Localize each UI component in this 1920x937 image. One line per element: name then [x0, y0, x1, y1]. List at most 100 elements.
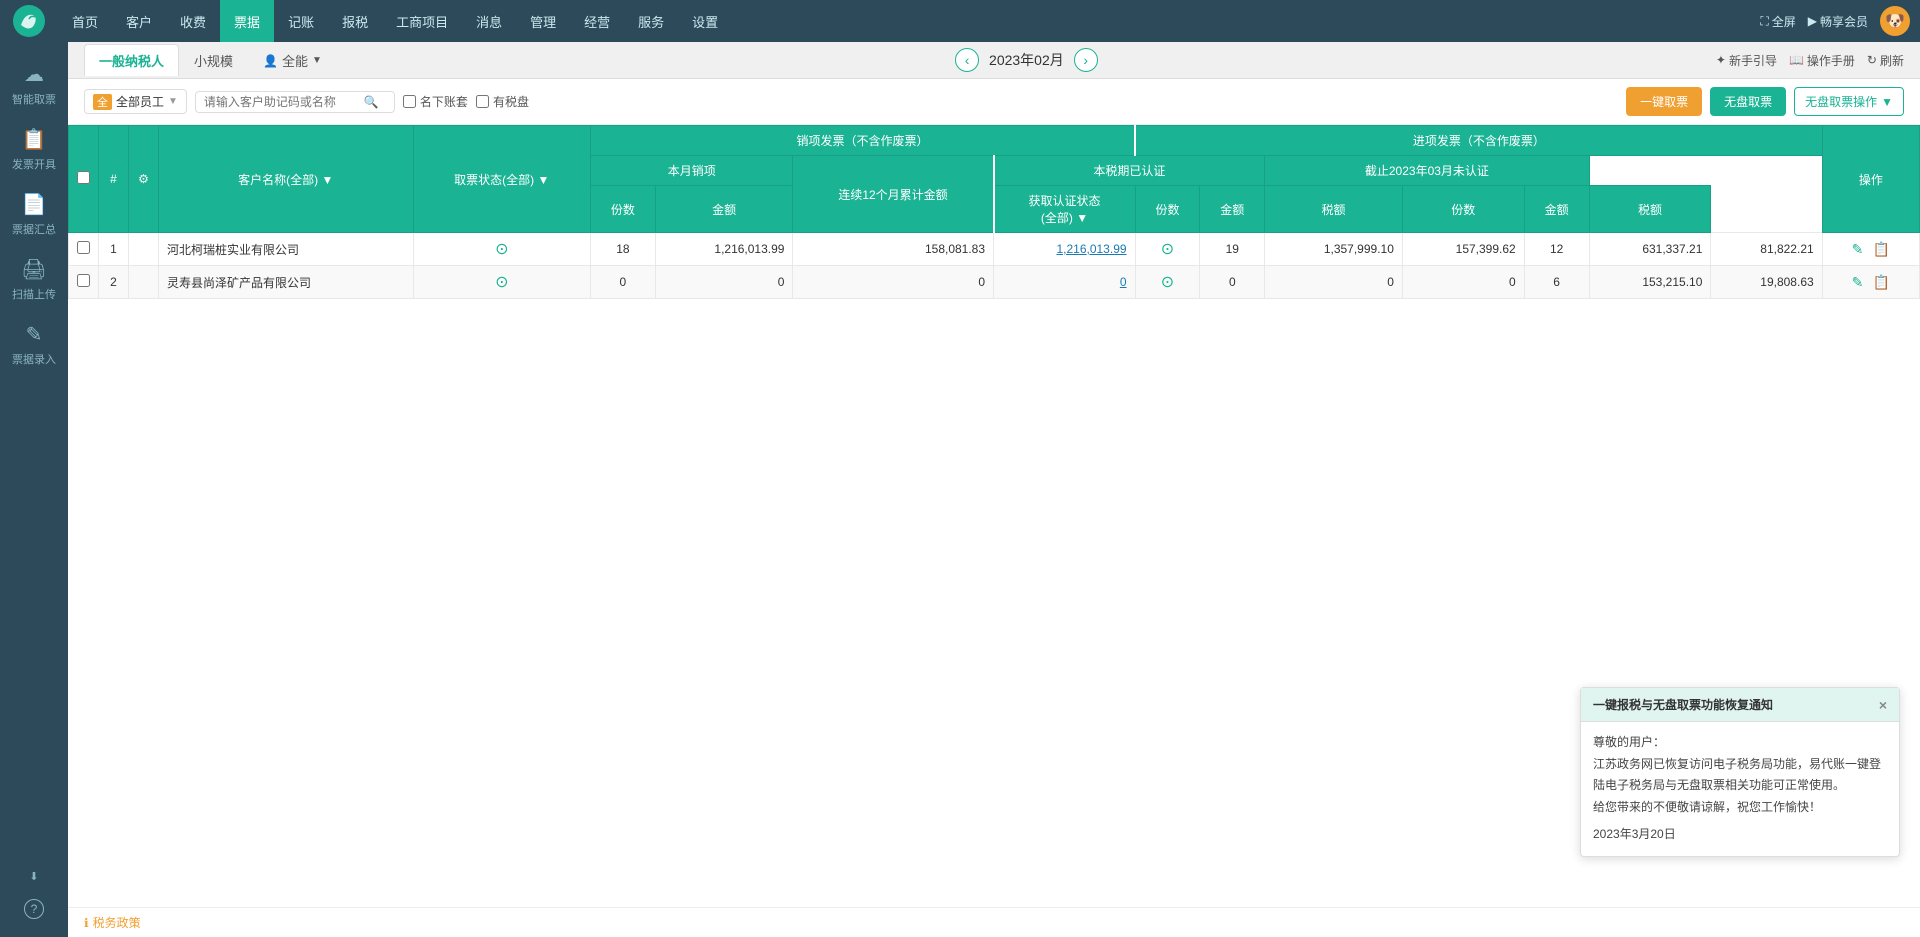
info-icon: ℹ: [84, 916, 89, 930]
tab-general-taxpayer[interactable]: 一般纳税人: [84, 44, 179, 76]
notification-close-btn[interactable]: ×: [1879, 697, 1887, 713]
pencil-icon: ✎: [26, 322, 43, 347]
row-cumulative[interactable]: 1,216,013.99: [994, 233, 1136, 266]
vip-btn[interactable]: ▶ 畅享会员: [1808, 13, 1868, 30]
has-tax-disk-checkbox[interactable]: [476, 95, 489, 108]
row-uncert-tax: 81,822.21: [1711, 233, 1822, 266]
help-icon: ?: [24, 899, 44, 919]
edit-btn[interactable]: ✎: [1852, 274, 1864, 290]
nav-item-business[interactable]: 工商项目: [382, 0, 462, 42]
app-logo[interactable]: [10, 2, 48, 40]
invoice-table: # ⚙ 客户名称(全部) ▼ 取票状态(全部) ▼ 销项发票（不含作废票） 进项…: [68, 125, 1920, 299]
nav-item-tax[interactable]: 报税: [328, 0, 382, 42]
checkbox-has-tax-disk[interactable]: 有税盘: [476, 93, 529, 110]
row-cert-count: 19: [1200, 233, 1265, 266]
prev-month-btn[interactable]: ‹: [955, 48, 979, 72]
row-sales-count: 18: [590, 233, 655, 266]
tab-small-scale[interactable]: 小规模: [179, 44, 248, 76]
clipboard-icon: 📋: [22, 127, 47, 152]
nav-item-management[interactable]: 管理: [516, 0, 570, 42]
row-uncert-amount: 631,337.21: [1589, 233, 1711, 266]
col-index-header: #: [99, 126, 129, 233]
current-date: 2023年02月: [989, 50, 1064, 70]
row-fetch-status: ⊙: [413, 233, 590, 266]
nav-item-invoices[interactable]: 票据: [220, 0, 274, 42]
sidebar-item-data-entry[interactable]: ✎ 票据录入: [0, 312, 68, 377]
col-gear-header: ⚙: [129, 126, 159, 233]
fullscreen-btn[interactable]: ⛶ 全屏: [1760, 13, 1795, 30]
edit-btn[interactable]: ✎: [1852, 241, 1864, 257]
notification-body2: 给您带来的不便敬请谅解，祝您工作愉快！: [1593, 797, 1887, 819]
table-row: 1 河北柯瑞桩实业有限公司 ⊙ 18 1,216,013.99 158,081.…: [69, 233, 1920, 266]
sidebar-item-issue-invoice[interactable]: 📋 发票开具: [0, 117, 68, 182]
controls-right: 一键取票 无盘取票 无盘取票操作 ▼: [1626, 87, 1904, 116]
row-checkbox[interactable]: [69, 233, 99, 266]
row-cert-status: ⊙: [1135, 266, 1200, 299]
checkbox-my-accounts[interactable]: 名下账套: [403, 93, 468, 110]
search-input[interactable]: [204, 95, 364, 109]
row-cumulative[interactable]: 0: [994, 266, 1136, 299]
nav-item-billing[interactable]: 收费: [166, 0, 220, 42]
nav-item-home[interactable]: 首页: [58, 0, 112, 42]
footer-bar: ℹ 税务政策: [68, 907, 1920, 937]
header-right: ✦ 新手引导 📖 操作手册 ↻ 刷新: [1700, 52, 1920, 69]
cumulative-link[interactable]: 1,216,013.99: [1056, 242, 1126, 256]
tab-all-capable[interactable]: 👤 全能 ▼: [248, 44, 337, 76]
dropdown-arrow-icon: ▼: [1881, 95, 1893, 109]
row-gear: [129, 233, 159, 266]
cumulative-link[interactable]: 0: [1120, 275, 1127, 289]
my-accounts-checkbox[interactable]: [403, 95, 416, 108]
select-all-checkbox[interactable]: [77, 171, 90, 184]
nav-item-service[interactable]: 服务: [624, 0, 678, 42]
employee-select[interactable]: 全 全部员工 ▼: [84, 89, 187, 114]
nav-item-messages[interactable]: 消息: [462, 0, 516, 42]
employee-badge: 全: [93, 94, 112, 110]
sidebar: ☁ 智能取票 📋 发票开具 📄 票据汇总 🖨 扫描上传 ✎ 票据录入 ⬇ ?: [0, 42, 68, 937]
nav-item-accounting[interactable]: 记账: [274, 0, 328, 42]
chevron-down-icon: ▼: [312, 55, 322, 66]
row-sales-tax: 0: [793, 266, 994, 299]
cert-status-icon: ⊙: [1161, 241, 1174, 258]
nav-item-customers[interactable]: 客户: [112, 0, 166, 42]
manual-btn[interactable]: 📖 操作手册: [1789, 52, 1855, 69]
search-icon[interactable]: 🔍: [364, 95, 379, 109]
no-disk-ops-btn[interactable]: 无盘取票操作 ▼: [1794, 87, 1904, 116]
tabs-left: 一般纳税人 小规模 👤 全能 ▼: [68, 44, 353, 76]
cumulative-subheader: 连续12个月累计金额: [793, 156, 994, 233]
row-fetch-status: ⊙: [413, 266, 590, 299]
new-guide-btn[interactable]: ✦ 新手引导: [1716, 52, 1777, 69]
nav-item-settings[interactable]: 设置: [678, 0, 732, 42]
view-btn[interactable]: 📋: [1873, 241, 1890, 257]
nav-items: 首页客户收费票据记账报税工商项目消息管理经营服务设置: [58, 0, 1760, 42]
col-customer-header[interactable]: 客户名称(全部) ▼: [159, 126, 414, 233]
notification-scroll[interactable]: 尊敬的用户： 江苏政务网已恢复访问电子税务局功能，易代账一键登陆电子税务局与无盘…: [1581, 722, 1899, 856]
no-disk-fetch-btn[interactable]: 无盘取票: [1710, 87, 1786, 116]
date-navigation: ‹ 2023年02月 ›: [353, 42, 1700, 78]
row-action: ✎ 📋: [1822, 233, 1919, 266]
nav-item-operations[interactable]: 经营: [570, 0, 624, 42]
row-checkbox[interactable]: [69, 266, 99, 299]
sidebar-item-scan-upload[interactable]: 🖨 扫描上传: [0, 247, 68, 312]
row-cert-amount: 0: [1265, 266, 1403, 299]
sidebar-help-btn[interactable]: ?: [20, 891, 48, 927]
col-fetch-status-header[interactable]: 取票状态(全部) ▼: [413, 126, 590, 233]
refresh-btn[interactable]: ↻ 刷新: [1867, 52, 1904, 69]
notification-body: 尊敬的用户： 江苏政务网已恢复访问电子税务局功能，易代账一键登陆电子税务局与无盘…: [1581, 722, 1899, 856]
one-click-fetch-btn[interactable]: 一键取票: [1626, 87, 1702, 116]
col-cert-status[interactable]: 获取认证状态(全部) ▼: [994, 186, 1136, 233]
row-sales-amount: 1,216,013.99: [655, 233, 793, 266]
next-month-btn[interactable]: ›: [1074, 48, 1098, 72]
user-avatar[interactable]: 🐶: [1880, 6, 1910, 36]
col-cert-count: 份数: [1135, 186, 1200, 233]
row-sales-tax: 158,081.83: [793, 233, 994, 266]
sidebar-download-btn[interactable]: ⬇: [20, 862, 48, 891]
row-uncert-tax: 19,808.63: [1711, 266, 1822, 299]
view-btn[interactable]: 📋: [1873, 274, 1890, 290]
row-action: ✎ 📋: [1822, 266, 1919, 299]
tax-policy-link[interactable]: 税务政策: [93, 914, 141, 931]
cloud-icon: ☁: [24, 62, 44, 87]
sidebar-item-smart-fetch[interactable]: ☁ 智能取票: [0, 52, 68, 117]
table-body: 1 河北柯瑞桩实业有限公司 ⊙ 18 1,216,013.99 158,081.…: [69, 233, 1920, 299]
sidebar-item-invoice-summary[interactable]: 📄 票据汇总: [0, 182, 68, 247]
row-uncert-count: 6: [1524, 266, 1589, 299]
